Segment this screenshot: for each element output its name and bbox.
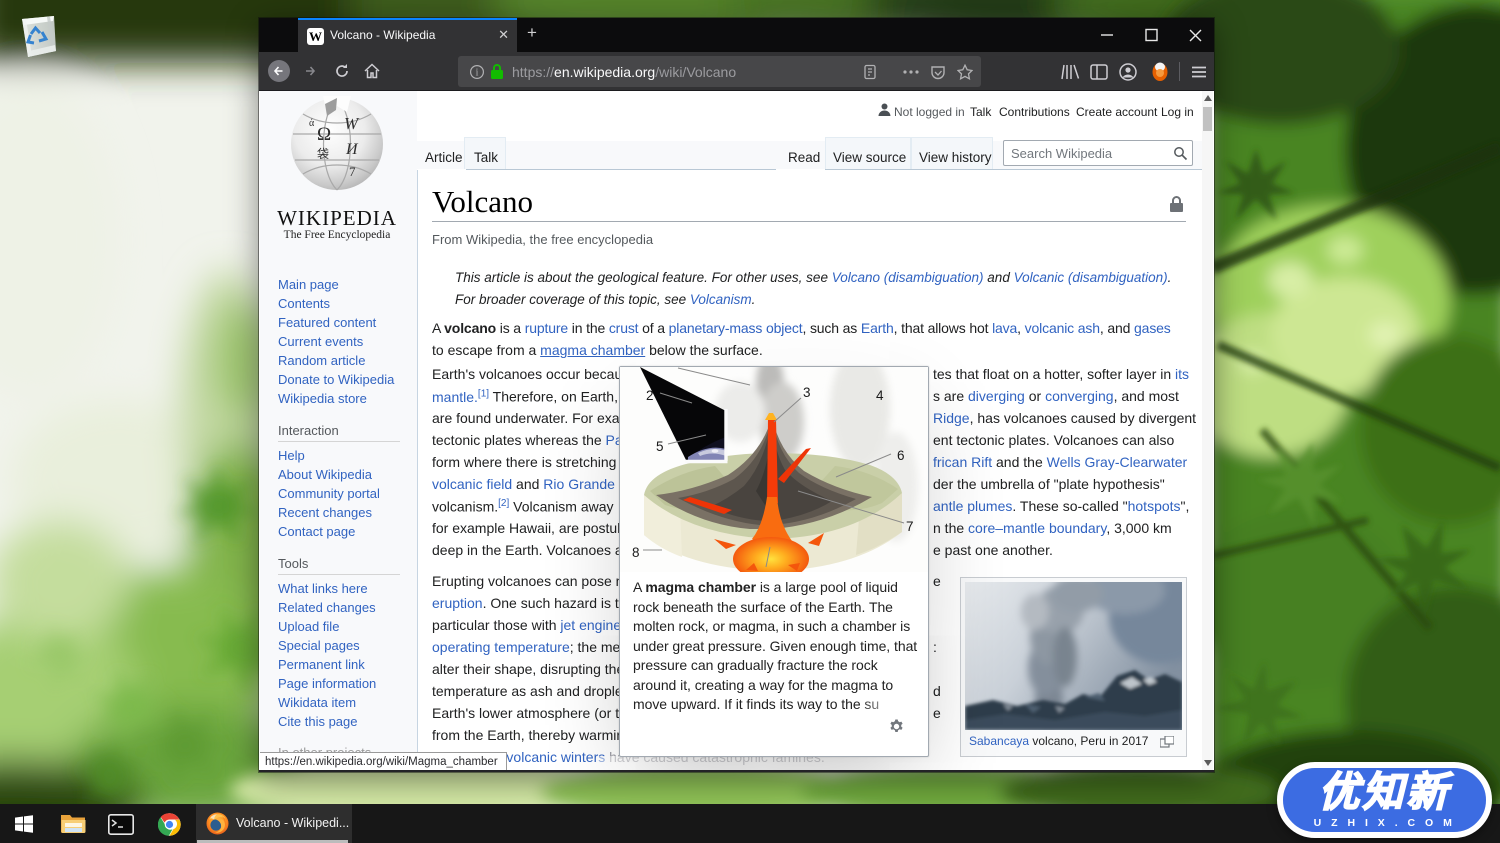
svg-text:3: 3: [803, 385, 811, 400]
svg-text:7: 7: [349, 164, 356, 179]
svg-text:6: 6: [897, 448, 905, 463]
svg-text:ά: ά: [309, 118, 315, 129]
svg-text:袋: 袋: [317, 147, 329, 161]
svg-text:8: 8: [632, 545, 640, 560]
svg-text:7: 7: [906, 519, 914, 534]
svg-text:2: 2: [646, 388, 654, 403]
svg-text:i: i: [476, 68, 479, 79]
svg-text:5: 5: [656, 439, 664, 454]
svg-text:Ω: Ω: [317, 124, 331, 145]
svg-text:4: 4: [876, 388, 884, 403]
svg-text:И: И: [345, 141, 359, 158]
svg-text:W: W: [344, 114, 360, 133]
